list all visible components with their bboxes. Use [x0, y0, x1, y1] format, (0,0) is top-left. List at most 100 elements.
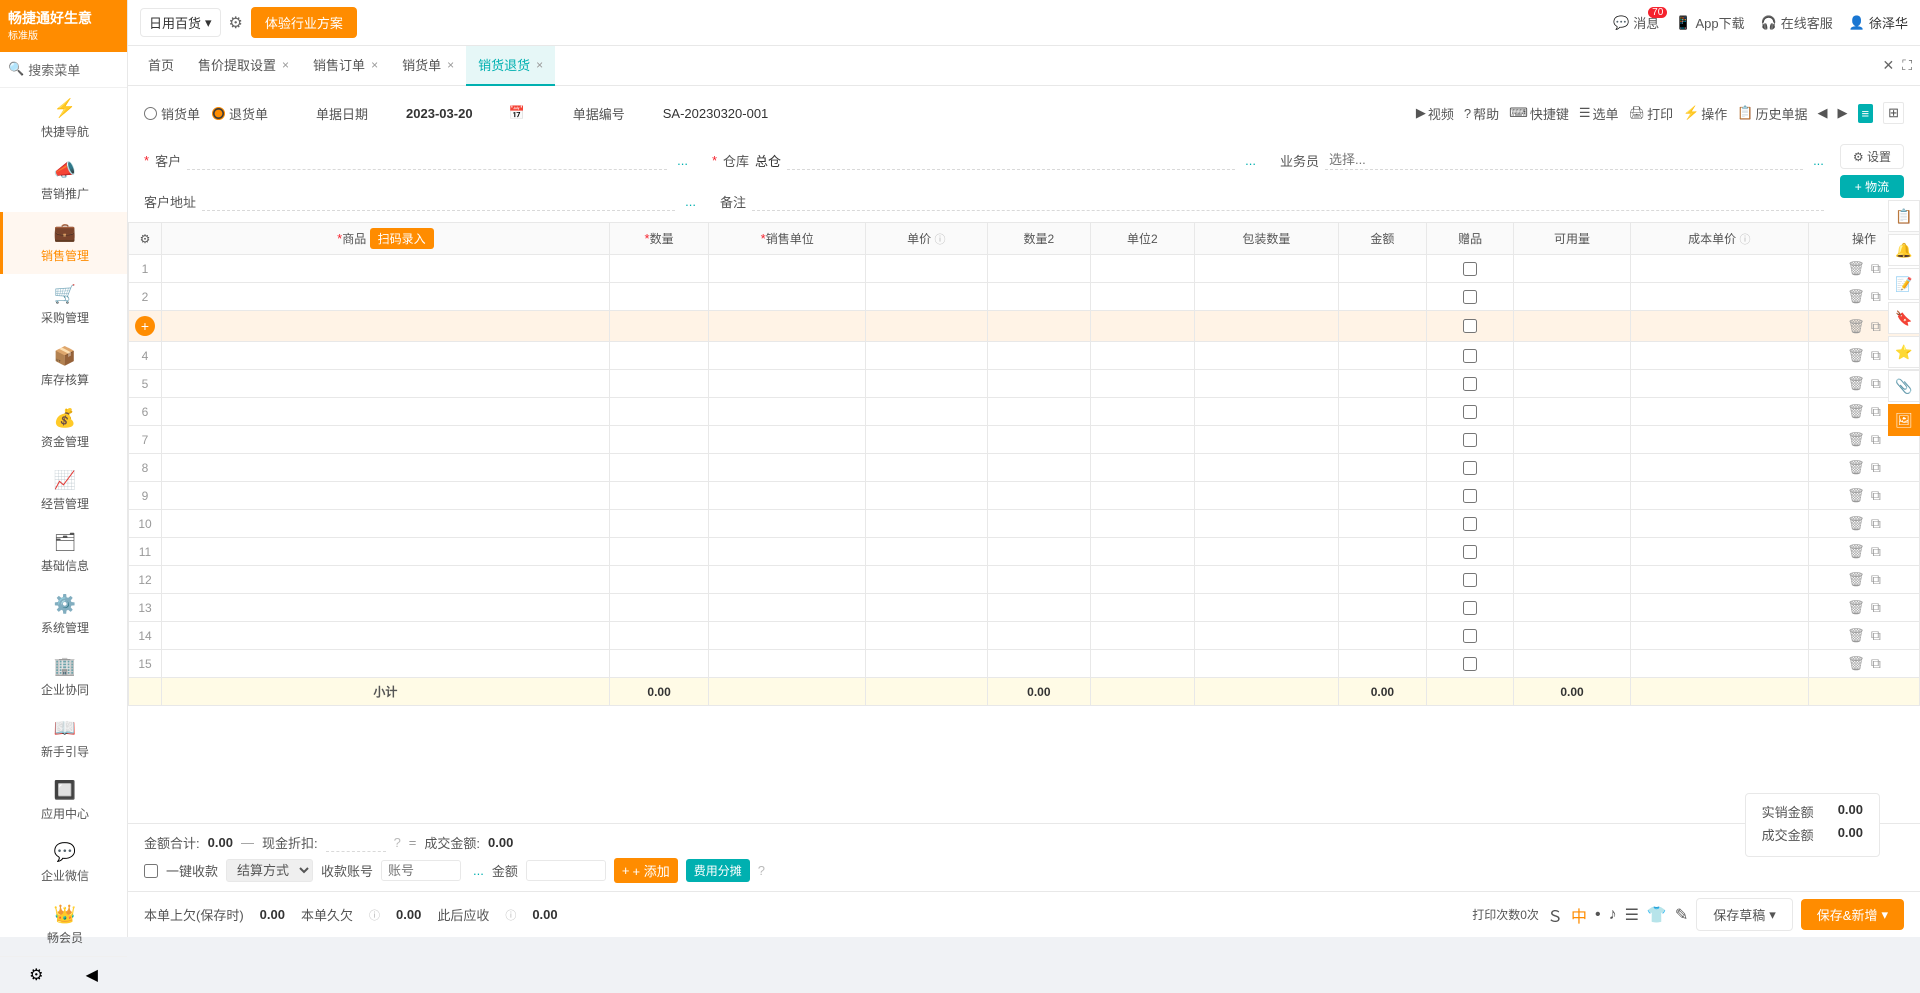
row-2-pack-qty[interactable]	[1194, 283, 1339, 311]
row-2-qty[interactable]	[609, 283, 709, 311]
customer-service[interactable]: 🎧 在线客服	[1761, 13, 1833, 32]
row-3-delete-btn[interactable]: 🗑	[1847, 318, 1865, 335]
sidebar-item-wechat[interactable]: 💬 企业微信	[0, 832, 127, 894]
edge-btn-7[interactable]: 🖼	[1888, 404, 1920, 436]
row-9-copy-btn[interactable]: ⧉	[1871, 487, 1881, 504]
row-1-amount[interactable]	[1339, 255, 1427, 283]
sidebar-item-shortcut[interactable]: ⚡ 快捷导航	[0, 88, 127, 150]
sidebar-item-inventory[interactable]: 📦 库存核算	[0, 336, 127, 398]
account-dots-icon[interactable]: ...	[473, 863, 484, 878]
row-15-copy-btn[interactable]: ⧉	[1871, 655, 1881, 672]
row-1-cost-price[interactable]	[1630, 255, 1808, 283]
tab-sales-order[interactable]: 销售订单 ×	[301, 46, 390, 86]
salesperson-dots-icon[interactable]: ...	[1813, 153, 1824, 168]
print-tool-6[interactable]: 👕	[1647, 905, 1667, 925]
row-2-gift[interactable]	[1426, 283, 1514, 311]
edge-btn-1[interactable]: 📋	[1888, 200, 1920, 232]
row-13-copy-btn[interactable]: ⧉	[1871, 599, 1881, 616]
row-10-copy-btn[interactable]: ⧉	[1871, 515, 1881, 532]
sidebar-item-member[interactable]: 👑 畅会员	[0, 894, 127, 956]
row-3-available[interactable]	[1514, 311, 1630, 342]
tab-sales-order-close-icon[interactable]: ×	[371, 58, 378, 72]
row-15-delete-btn[interactable]: 🗑	[1847, 655, 1865, 672]
sidebar-search[interactable]: 🔍 搜索菜单	[0, 52, 127, 88]
row-2-unit2[interactable]	[1091, 283, 1194, 311]
print-tool-3[interactable]: •	[1595, 906, 1601, 924]
save-new-btn[interactable]: 保存&新增 ▾	[1801, 899, 1904, 930]
payment-amount-input[interactable]	[526, 860, 606, 881]
experience-btn[interactable]: 体验行业方案	[251, 7, 357, 38]
row-14-gift-checkbox[interactable]	[1463, 629, 1477, 643]
customer-input[interactable]	[187, 150, 667, 170]
row-1-product[interactable]	[162, 255, 610, 283]
toolbar-help[interactable]: ? 帮助	[1464, 104, 1499, 123]
row-1-gift[interactable]	[1426, 255, 1514, 283]
toolbar-history[interactable]: 📋 历史单据	[1737, 104, 1807, 123]
tab-price-setting-close-icon[interactable]: ×	[282, 58, 289, 72]
topbar-gear-icon[interactable]: ⚙	[229, 13, 243, 33]
row-4-delete-btn[interactable]: 🗑	[1847, 347, 1865, 364]
row-1-available[interactable]	[1514, 255, 1630, 283]
sidebar-item-marketing[interactable]: 📣 营销推广	[0, 150, 127, 212]
user-profile[interactable]: 👤 徐泽华	[1849, 13, 1908, 32]
row-1-pack-qty[interactable]	[1194, 255, 1339, 283]
print-tool-7[interactable]: ✎	[1675, 905, 1688, 925]
row-2-copy-btn[interactable]: ⧉	[1871, 288, 1881, 305]
tabs-maximize-icon[interactable]: ⛶	[1902, 57, 1912, 74]
warehouse-input[interactable]	[787, 150, 1235, 170]
toolbar-operate[interactable]: ⚡ 操作	[1683, 104, 1727, 123]
row-8-delete-btn[interactable]: 🗑	[1847, 459, 1865, 476]
row-6-delete-btn[interactable]: 🗑	[1847, 403, 1865, 420]
row-2-sales-unit[interactable]	[709, 283, 866, 311]
tab-sales-return[interactable]: 销货退货 ×	[466, 46, 555, 86]
one-key-payment-checkbox[interactable]	[144, 864, 158, 878]
row-11-copy-btn[interactable]: ⧉	[1871, 543, 1881, 560]
tab-home[interactable]: 首页	[136, 46, 186, 86]
radio-return-input[interactable]	[212, 107, 225, 120]
row-2-gift-checkbox[interactable]	[1463, 290, 1477, 304]
row-4-copy-btn[interactable]: ⧉	[1871, 347, 1881, 364]
row-2-delete-btn[interactable]: 🗑	[1847, 288, 1865, 305]
radio-return[interactable]: 退货单	[212, 104, 268, 123]
row-9-delete-btn[interactable]: 🗑	[1847, 487, 1865, 504]
row-12-copy-btn[interactable]: ⧉	[1871, 571, 1881, 588]
radio-delivery-input[interactable]	[144, 107, 157, 120]
sidebar-item-sales[interactable]: 💼 销售管理	[0, 212, 127, 274]
row-3-sales-unit[interactable]	[709, 311, 866, 342]
sidebar-item-basic[interactable]: 🗂 基础信息	[0, 522, 127, 584]
scan-btn[interactable]: 扫码录入	[370, 228, 434, 249]
row-13-delete-btn[interactable]: 🗑	[1847, 599, 1865, 616]
row-13-gift-checkbox[interactable]	[1463, 601, 1477, 615]
sidebar-collapse-icon[interactable]: ◀	[86, 965, 98, 985]
row-5-copy-btn[interactable]: ⧉	[1871, 375, 1881, 392]
row-1-delete-btn[interactable]: 🗑	[1847, 260, 1865, 277]
sidebar-item-finance[interactable]: 💰 资金管理	[0, 398, 127, 460]
edge-btn-4[interactable]: 🔖	[1888, 302, 1920, 334]
sidebar-item-operations[interactable]: 📈 经营管理	[0, 460, 127, 522]
row-3-qty2[interactable]	[987, 311, 1090, 342]
payment-help-icon[interactable]: ?	[758, 863, 765, 878]
row-3-unit2[interactable]	[1091, 311, 1194, 342]
row-3-copy-btn[interactable]: ⧉	[1871, 318, 1881, 335]
remark-input[interactable]	[752, 191, 1824, 211]
warehouse-dots-icon[interactable]: ...	[1245, 153, 1256, 168]
row-3-product[interactable]	[162, 311, 610, 342]
row-2-unit-price[interactable]	[865, 283, 987, 311]
tabs-close-icon[interactable]: ✕	[1882, 57, 1894, 74]
row-8-copy-btn[interactable]: ⧉	[1871, 459, 1881, 476]
row-2-qty2[interactable]	[987, 283, 1090, 311]
message-badge[interactable]: 💬 消息 70	[1613, 13, 1659, 32]
toolbar-video[interactable]: ▶ 视频	[1416, 104, 1454, 123]
toolbar-prev-icon[interactable]: ◀	[1818, 105, 1828, 121]
edge-btn-3[interactable]: 📝	[1888, 268, 1920, 300]
tab-sales-return-close-icon[interactable]: ×	[536, 58, 543, 72]
row-4-gift-checkbox[interactable]	[1463, 349, 1477, 363]
date-picker-icon[interactable]: 📅	[509, 105, 525, 121]
row-3-unit-price[interactable]	[865, 311, 987, 342]
sidebar-settings-icon[interactable]: ⚙	[29, 965, 43, 985]
row-11-delete-btn[interactable]: 🗑	[1847, 543, 1865, 560]
discount-input[interactable]	[326, 832, 386, 852]
row-10-delete-btn[interactable]: 🗑	[1847, 515, 1865, 532]
toolbar-shortcut[interactable]: ⌨ 快捷键	[1509, 104, 1569, 123]
settings-btn[interactable]: ⚙ 设置	[1840, 144, 1904, 169]
